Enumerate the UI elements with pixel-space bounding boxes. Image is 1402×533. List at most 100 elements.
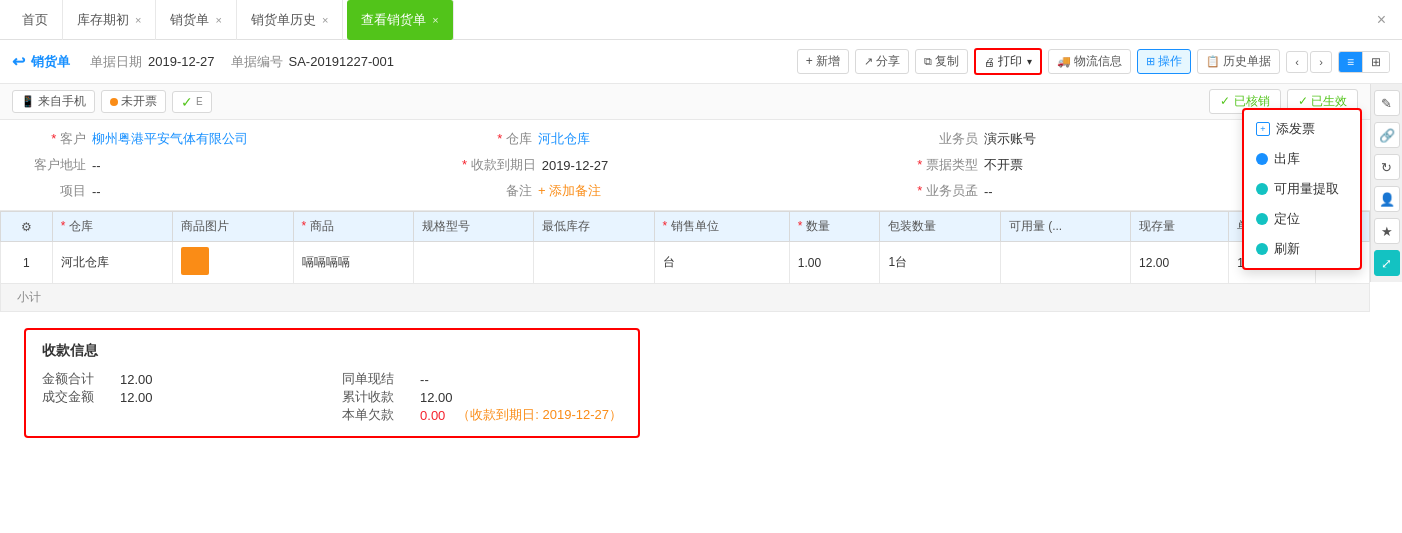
customer-label: 客户 bbox=[16, 130, 86, 148]
address-label: 客户地址 bbox=[16, 156, 86, 174]
check1-icon: ✓ bbox=[181, 94, 193, 110]
close-inventory-tab[interactable]: × bbox=[135, 14, 141, 26]
operation-dropdown: + 添发票 出库 可用量提取 定位 刷新 bbox=[1242, 108, 1362, 270]
cumulative-label: 累计收款 bbox=[342, 388, 412, 406]
total-value: 12.00 bbox=[120, 372, 153, 387]
date-value: 2019-12-27 bbox=[148, 54, 215, 69]
add-invoice-item[interactable]: + 添发票 bbox=[1244, 114, 1360, 144]
tab-bar: 首页 库存期初 × 销货单 × 销货单历史 × 查看销货单 × × bbox=[0, 0, 1402, 40]
print-dropdown-arrow[interactable]: ▾ bbox=[1027, 56, 1032, 67]
cumulative-value: 12.00 bbox=[420, 390, 453, 405]
copy-button[interactable]: ⧉ 复制 bbox=[915, 49, 968, 74]
person-button[interactable]: 👤 bbox=[1374, 186, 1400, 212]
col-product-img: 商品图片 bbox=[173, 212, 293, 242]
refresh-icon bbox=[1256, 243, 1268, 255]
close-history-tab[interactable]: × bbox=[322, 14, 328, 26]
tab-sales[interactable]: 销货单 × bbox=[156, 0, 236, 40]
new-button[interactable]: + 新增 bbox=[797, 49, 849, 74]
tab-inventory[interactable]: 库存期初 × bbox=[63, 0, 156, 40]
products-table: ⚙ 仓库 商品图片 商品 规格型号 最低库存 销售单位 数量 包装数量 可用量 … bbox=[0, 210, 1370, 312]
tab-home[interactable]: 首页 bbox=[8, 0, 63, 40]
operation-button[interactable]: ⊞ 操作 bbox=[1137, 49, 1191, 74]
transaction-value: 12.00 bbox=[120, 390, 153, 405]
refresh-button[interactable]: ↻ bbox=[1374, 154, 1400, 180]
staff-value: 演示账号 bbox=[984, 130, 1036, 148]
layout-toggle: ≡ ⊞ bbox=[1338, 51, 1390, 73]
col-quantity: 数量 bbox=[789, 212, 880, 242]
transaction-label: 成交金额 bbox=[42, 388, 112, 406]
logistics-button[interactable]: 🚚 物流信息 bbox=[1048, 49, 1131, 74]
sec-toolbar: 📱 来自手机 未开票 ✓ E ✓ 已核销 ✓ bbox=[0, 84, 1370, 120]
close-window-button[interactable]: × bbox=[1369, 11, 1394, 29]
outbound-item[interactable]: 出库 bbox=[1244, 144, 1360, 174]
phone-icon: 📱 bbox=[21, 95, 35, 108]
sold-check-icon: ✓ bbox=[1220, 94, 1233, 108]
ticket-type-label: 票据类型 bbox=[908, 156, 978, 174]
customer-value[interactable]: 柳州粤港平安气体有限公司 bbox=[92, 130, 248, 148]
layout2-button[interactable]: ⊞ bbox=[1363, 52, 1389, 72]
staff2-value: -- bbox=[984, 184, 993, 199]
transaction-row: 成交金额 12.00 bbox=[42, 388, 322, 406]
staff2-label: 业务员孟 bbox=[908, 182, 978, 200]
row-quantity: 1.00 bbox=[789, 242, 880, 284]
toolbar-actions: + 新增 ↗ 分享 ⧉ 复制 🖨 打印 ▾ 🚚 物流信息 bbox=[797, 48, 1390, 75]
row-spec bbox=[413, 242, 533, 284]
from-phone-button[interactable]: 📱 来自手机 bbox=[12, 90, 95, 113]
address-row: 客户地址 -- bbox=[16, 156, 462, 174]
close-sales-tab[interactable]: × bbox=[215, 14, 221, 26]
col-warehouse: 仓库 bbox=[52, 212, 172, 242]
print-button[interactable]: 🖨 打印 ▾ bbox=[974, 48, 1042, 75]
link-button[interactable]: 🔗 bbox=[1374, 122, 1400, 148]
col-stock: 现存量 bbox=[1131, 212, 1229, 242]
warehouse-value[interactable]: 河北仓库 bbox=[538, 130, 590, 148]
locate-icon bbox=[1256, 213, 1268, 225]
next-button[interactable]: › bbox=[1310, 51, 1332, 73]
same-settlement-label: 同单现结 bbox=[342, 370, 412, 388]
tab-view-sales[interactable]: 查看销货单 × bbox=[347, 0, 453, 40]
available-qty-item[interactable]: 可用量提取 bbox=[1244, 174, 1360, 204]
col-unit: 销售单位 bbox=[654, 212, 789, 242]
expand-button[interactable]: ⤢ bbox=[1374, 250, 1400, 276]
locate-item[interactable]: 定位 bbox=[1244, 204, 1360, 234]
layout1-button[interactable]: ≡ bbox=[1339, 52, 1363, 72]
prev-button[interactable]: ‹ bbox=[1286, 51, 1308, 73]
check1-button[interactable]: ✓ E bbox=[172, 91, 212, 113]
refresh-item[interactable]: 刷新 bbox=[1244, 234, 1360, 264]
project-label: 项目 bbox=[16, 182, 86, 200]
ticket-type-value: 不开票 bbox=[984, 156, 1023, 174]
outbound-icon bbox=[1256, 153, 1268, 165]
remark-row: 备注 + 添加备注 bbox=[462, 182, 908, 200]
due-date-label: 收款到期日 bbox=[462, 156, 536, 174]
remark-label: 备注 bbox=[462, 182, 532, 200]
tab-sales-history[interactable]: 销货单历史 × bbox=[237, 0, 343, 40]
col-setting[interactable]: ⚙ bbox=[1, 212, 53, 242]
share-icon: ↗ bbox=[864, 55, 873, 68]
row-seq: 1 bbox=[1, 242, 53, 284]
cumulative-row: 累计收款 12.00 bbox=[342, 388, 622, 406]
edit-button[interactable]: ✎ bbox=[1374, 90, 1400, 116]
total-row: 金额合计 12.00 bbox=[42, 370, 322, 388]
row-warehouse: 河北仓库 bbox=[52, 242, 172, 284]
subtotal-row: 小计 bbox=[1, 284, 1370, 312]
payment-title: 收款信息 bbox=[42, 342, 622, 360]
col-available: 可用量 (... bbox=[1000, 212, 1130, 242]
not-open-button[interactable]: 未开票 bbox=[101, 90, 166, 113]
balance-label: 本单欠款 bbox=[342, 406, 412, 424]
payment-box: 收款信息 金额合计 12.00 成交金额 12.00 bbox=[24, 328, 640, 438]
due-note: （收款到期日: 2019-12-27） bbox=[457, 406, 622, 424]
subtotal-label: 小计 bbox=[1, 284, 1370, 312]
project-row: 项目 -- bbox=[16, 182, 462, 200]
address-value: -- bbox=[92, 158, 101, 173]
operation-icon: ⊞ bbox=[1146, 55, 1155, 68]
close-view-sales-tab[interactable]: × bbox=[432, 14, 438, 26]
customer-row: 客户 柳州粤港平安气体有限公司 bbox=[16, 130, 462, 148]
remark-add-button[interactable]: + 添加备注 bbox=[538, 182, 601, 200]
row-unit: 台 bbox=[654, 242, 789, 284]
history-button[interactable]: 📋 历史单据 bbox=[1197, 49, 1280, 74]
content-body: 📱 来自手机 未开票 ✓ E ✓ 已核销 ✓ bbox=[0, 84, 1402, 533]
number-value: SA-20191227-001 bbox=[289, 54, 395, 69]
share-button[interactable]: ↗ 分享 bbox=[855, 49, 909, 74]
form-area: 客户 柳州粤港平安气体有限公司 仓库 河北仓库 业务员 演示账号 客户地址 --… bbox=[0, 120, 1370, 210]
star-button[interactable]: ★ bbox=[1374, 218, 1400, 244]
logistics-icon: 🚚 bbox=[1057, 55, 1071, 68]
